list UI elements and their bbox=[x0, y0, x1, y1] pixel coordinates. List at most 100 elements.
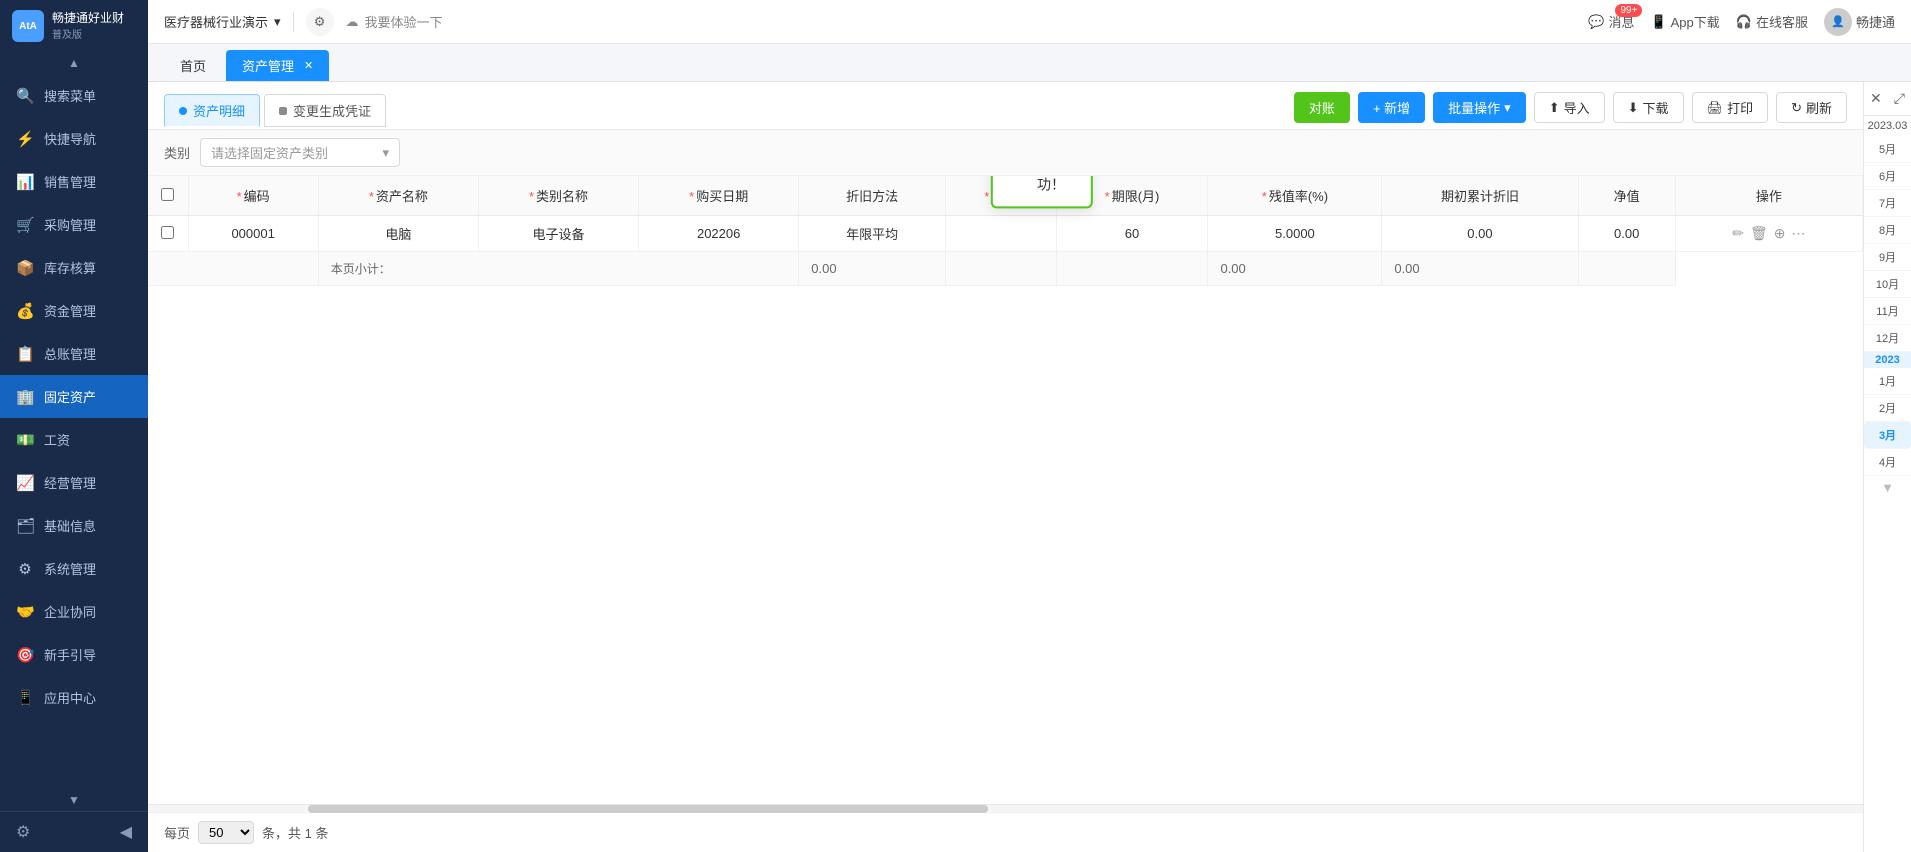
sidebar-item-搜索菜单[interactable]: 🔍搜索菜单 bbox=[0, 74, 148, 117]
sidebar-item-应用中心[interactable]: 📱应用中心 bbox=[0, 676, 148, 719]
month-11[interactable]: 11月 bbox=[1864, 298, 1911, 325]
avatar: 👤 bbox=[1824, 8, 1852, 36]
sidebar-icon-10: 🗂 bbox=[16, 517, 34, 535]
refresh-button[interactable]: ↻ 刷新 bbox=[1776, 92, 1847, 123]
new-button[interactable]: + 新增 bbox=[1358, 92, 1425, 123]
sidebar-item-库存核算[interactable]: 📦库存核算 bbox=[0, 246, 148, 289]
edit-icon[interactable]: ✏ bbox=[1732, 225, 1744, 242]
panel-down-arrow[interactable]: ▼ bbox=[1864, 476, 1911, 499]
sidebar-label-0: 搜索菜单 bbox=[44, 86, 96, 105]
panel-close-icon[interactable]: ✕ bbox=[1870, 90, 1882, 107]
collapse-icon[interactable]: ◀ bbox=[120, 822, 132, 842]
subtotal-net-value: 0.00 bbox=[1382, 252, 1578, 286]
messages-button[interactable]: 💬 消息 99+ bbox=[1588, 12, 1634, 31]
subtotal-label: 本页小计： bbox=[318, 252, 798, 286]
sidebar-item-采购管理[interactable]: 🛒 采购管理 bbox=[0, 203, 148, 246]
sidebar-item-工资[interactable]: 💵工资 bbox=[0, 418, 148, 461]
scrollbar-thumb[interactable] bbox=[308, 805, 988, 813]
online-service-button[interactable]: 🎧 在线客服 bbox=[1736, 12, 1808, 31]
topbar-settings-button[interactable]: ⚙ bbox=[306, 8, 334, 36]
month-9[interactable]: 9月 bbox=[1864, 244, 1911, 271]
tab-home[interactable]: 首页 bbox=[164, 50, 222, 81]
download-button[interactable]: ⬇ 下载 bbox=[1613, 92, 1684, 123]
table-header-purchase-date: *购买日期 bbox=[639, 176, 799, 216]
reconcile-button[interactable]: 对账 bbox=[1294, 92, 1350, 123]
select-all-checkbox[interactable] bbox=[161, 188, 174, 201]
sidebar-icon-12: 🤝 bbox=[16, 603, 34, 621]
row-checkbox[interactable] bbox=[161, 226, 174, 239]
sidebar-item-固定资产[interactable]: 🏢 固定资产 bbox=[0, 375, 148, 418]
sidebar-item-快捷导航[interactable]: ⚡快捷导航 bbox=[0, 117, 148, 160]
month-12[interactable]: 12月 bbox=[1864, 325, 1911, 352]
panel-expand-icon[interactable]: ⤢ bbox=[1894, 90, 1905, 107]
tabs-bar: 首页 资产管理 ✕ bbox=[148, 44, 1911, 82]
copy-icon[interactable]: ⊕ bbox=[1774, 225, 1786, 242]
row-opening-accumulated: 0.00 bbox=[1382, 216, 1578, 252]
filter-category-select[interactable]: 请选择固定资产类别 ▾ bbox=[200, 138, 400, 167]
row-code: 000001 bbox=[188, 216, 318, 252]
message-badge: 99+ bbox=[1615, 4, 1642, 17]
delete-icon[interactable]: 🗑 bbox=[1750, 225, 1768, 242]
row-purchase-date: 202206 bbox=[639, 216, 799, 252]
company-selector[interactable]: 医疗器械行业演示 ▾ bbox=[164, 12, 281, 31]
right-panel-scroll[interactable]: 5月 6月 7月 8月 9月 10月 11月 12月 2023 1月 2月 3月… bbox=[1864, 136, 1911, 852]
month-5[interactable]: 5月 bbox=[1864, 136, 1911, 163]
sidebar-label-6: 总账管理 bbox=[44, 344, 96, 363]
subtotal-original-value: 0.00 bbox=[799, 252, 946, 286]
month-3-current[interactable]: 3月 bbox=[1864, 422, 1911, 449]
panel-year-display: 2023.03 bbox=[1864, 116, 1911, 136]
sidebar-label-10: 基础信息 bbox=[44, 516, 96, 535]
sidebar-label-5: 资金管理 bbox=[44, 301, 96, 320]
month-8[interactable]: 8月 bbox=[1864, 217, 1911, 244]
message-icon: 💬 bbox=[1588, 14, 1604, 30]
more-icon[interactable]: ⋯ bbox=[1792, 225, 1806, 242]
sidebar-scroll-up[interactable]: ▲ bbox=[0, 52, 148, 74]
dl-icon: ⬇ bbox=[1628, 100, 1639, 116]
sidebar-icon-4: 📦 bbox=[16, 259, 34, 277]
sidebar-item-基础信息[interactable]: 🗂 基础信息 bbox=[0, 504, 148, 547]
tab-asset-management[interactable]: 资产管理 ✕ bbox=[226, 50, 329, 81]
subtotal-empty-residual bbox=[1056, 252, 1208, 286]
sidebar-icon-8: 💵 bbox=[16, 431, 34, 449]
sub-tab-voucher[interactable]: 变更生成凭证 bbox=[264, 94, 386, 127]
per-page-select[interactable]: 50 10 20 100 bbox=[198, 821, 254, 844]
sidebar-item-系统管理[interactable]: ⚙系统管理 bbox=[0, 547, 148, 590]
month-6[interactable]: 6月 bbox=[1864, 163, 1911, 190]
sidebar-icon-7: 🏢 bbox=[16, 388, 34, 406]
table-header-checkbox[interactable] bbox=[148, 176, 188, 216]
user-button[interactable]: 👤 畅捷通 bbox=[1824, 8, 1895, 36]
settings-icon[interactable]: ⚙ bbox=[16, 822, 30, 842]
sidebar-label-14: 应用中心 bbox=[44, 688, 96, 707]
sidebar-item-新手引导[interactable]: 🎯新手引导 bbox=[0, 633, 148, 676]
tab-close-icon[interactable]: ✕ bbox=[304, 59, 313, 72]
month-1[interactable]: 1月 bbox=[1864, 368, 1911, 395]
row-operations: ✏ 🗑 ⊕ ⋯ bbox=[1675, 216, 1862, 252]
print-button[interactable]: 🖨 打印 bbox=[1692, 92, 1769, 123]
sidebar-label-3: 采购管理 bbox=[44, 215, 96, 234]
sidebar-icon-5: 💰 bbox=[16, 302, 34, 320]
success-toast: ✓ 清理固定资产成功！ bbox=[991, 176, 1093, 208]
sidebar-label-7: 固定资产 bbox=[44, 387, 96, 406]
sidebar-item-企业协同[interactable]: 🤝企业协同 bbox=[0, 590, 148, 633]
sidebar-icon-3: 🛒 bbox=[16, 216, 34, 234]
topbar-right: 💬 消息 99+ 📱 App下载 🎧 在线客服 👤 畅捷通 bbox=[1588, 8, 1895, 36]
sub-tab-dot bbox=[179, 107, 187, 115]
year-divider-2023: 2023 bbox=[1864, 352, 1911, 368]
sub-tab-asset-detail[interactable]: 资产明细 bbox=[164, 94, 260, 127]
import-button[interactable]: ⬆ 导入 bbox=[1534, 92, 1605, 123]
sidebar-item-销售管理[interactable]: 📊销售管理 bbox=[0, 160, 148, 203]
sidebar-scroll-down[interactable]: ▼ bbox=[0, 789, 148, 811]
month-7[interactable]: 7月 bbox=[1864, 190, 1911, 217]
sidebar-item-资金管理[interactable]: 💰 资金管理 bbox=[0, 289, 148, 332]
month-10[interactable]: 10月 bbox=[1864, 271, 1911, 298]
batch-button[interactable]: 批量操作 ▾ bbox=[1433, 92, 1526, 123]
experience-button[interactable]: ☁ 我要体验一下 bbox=[346, 12, 443, 31]
row-checkbox-cell[interactable] bbox=[148, 216, 188, 252]
sidebar-item-总账管理[interactable]: 📋总账管理 bbox=[0, 332, 148, 375]
table-scrollbar[interactable] bbox=[148, 804, 1863, 812]
month-2[interactable]: 2月 bbox=[1864, 395, 1911, 422]
sidebar-nav: 🔍搜索菜单⚡快捷导航📊销售管理 🛒 采购管理 📦库存核算 💰 资金管理 📋总账管理 🏢 固定资产… bbox=[0, 74, 148, 789]
app-download-button[interactable]: 📱 App下载 bbox=[1650, 12, 1719, 31]
sidebar-item-经营管理[interactable]: 📈经营管理 bbox=[0, 461, 148, 504]
month-4[interactable]: 4月 bbox=[1864, 449, 1911, 476]
